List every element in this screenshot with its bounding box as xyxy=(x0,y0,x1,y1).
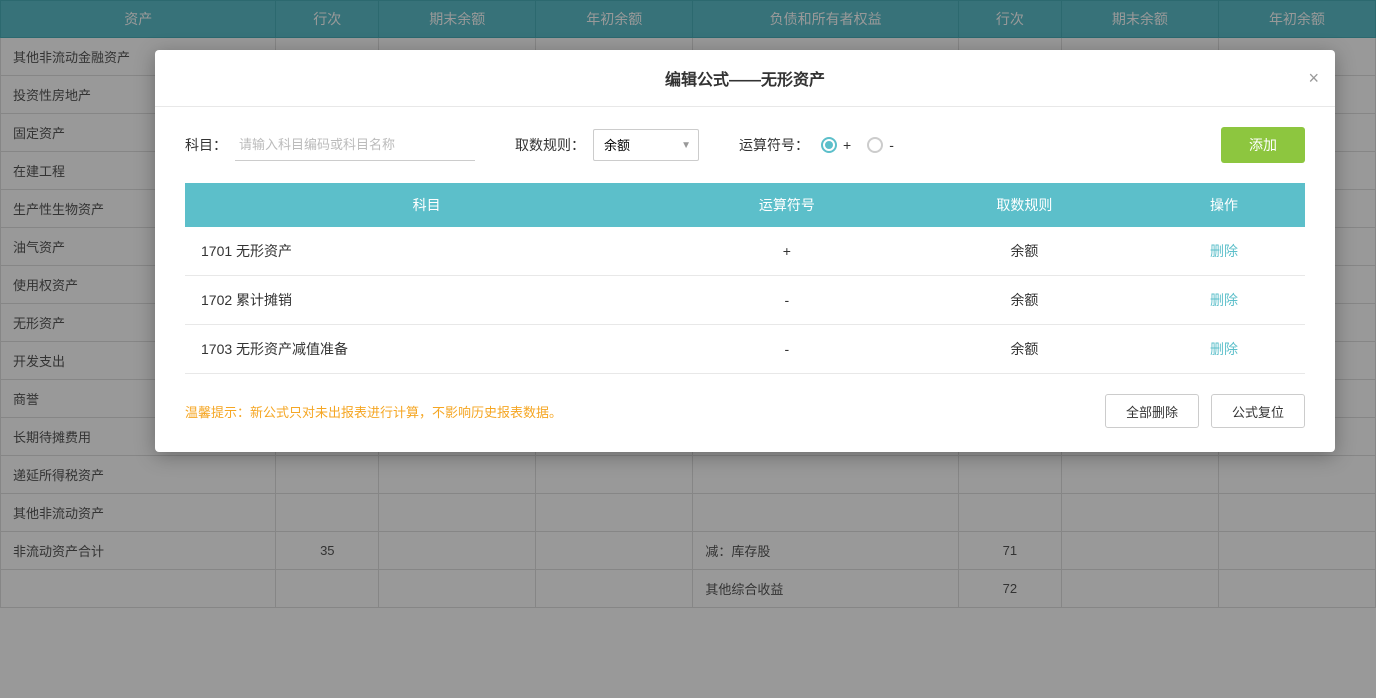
radio-minus-circle xyxy=(867,137,883,153)
subject-label: 科目： xyxy=(185,135,227,155)
modal-header: 编辑公式——无形资产 × xyxy=(155,50,1335,107)
table-header-row: 科目 运算符号 取数规则 操作 xyxy=(185,183,1305,227)
subject-cell: 1702 累计摊销 xyxy=(185,276,668,325)
radio-plus-circle xyxy=(821,137,837,153)
modal-footer: 温馨提示：新公式只对未出报表进行计算，不影响历史报表数据。 全部删除 公式复位 xyxy=(155,374,1335,428)
delete-link[interactable]: 删除 xyxy=(1210,341,1238,357)
formula-table-wrapper: 科目 运算符号 取数规则 操作 1701 无形资产+余额删除1702 累计摊销-… xyxy=(155,183,1335,374)
delete-link[interactable]: 删除 xyxy=(1210,292,1238,308)
table-row: 1703 无形资产减值准备-余额 删除 xyxy=(185,325,1305,374)
action-cell: 删除 xyxy=(1143,276,1305,325)
action-cell: 删除 xyxy=(1143,227,1305,276)
add-button[interactable]: 添加 xyxy=(1221,127,1305,163)
radio-group: + - xyxy=(821,137,894,153)
col-subject-header: 科目 xyxy=(185,183,668,227)
subject-cell: 1701 无形资产 xyxy=(185,227,668,276)
delete-all-button[interactable]: 全部删除 xyxy=(1105,394,1199,428)
footer-buttons: 全部删除 公式复位 xyxy=(1105,394,1305,428)
rule-select[interactable]: 余额借方发生额贷方发生额借方累计贷方累计 xyxy=(593,129,699,161)
reset-button[interactable]: 公式复位 xyxy=(1211,394,1305,428)
operator-cell: - xyxy=(668,325,905,374)
operator-cell: + xyxy=(668,227,905,276)
rule-label: 取数规则： xyxy=(515,135,585,155)
rule-select-wrapper: 余额借方发生额贷方发生额借方累计贷方累计 ▼ xyxy=(593,129,699,161)
formula-form: 科目： 取数规则： 余额借方发生额贷方发生额借方累计贷方累计 ▼ 运算符号： +… xyxy=(155,107,1335,183)
modal-title: 编辑公式——无形资产 xyxy=(665,66,825,90)
subject-input[interactable] xyxy=(235,129,475,161)
edit-formula-modal: 编辑公式——无形资产 × 科目： 取数规则： 余额借方发生额贷方发生额借方累计贷… xyxy=(155,50,1335,452)
radio-minus-label: - xyxy=(889,137,894,153)
rule-section: 取数规则： 余额借方发生额贷方发生额借方累计贷方累计 ▼ xyxy=(515,129,699,161)
col-operator-header: 运算符号 xyxy=(668,183,905,227)
table-row: 1702 累计摊销-余额 删除 xyxy=(185,276,1305,325)
tip-text: 温馨提示：新公式只对未出报表进行计算，不影响历史报表数据。 xyxy=(185,402,562,421)
radio-minus[interactable]: - xyxy=(867,137,894,153)
subject-cell: 1703 无形资产减值准备 xyxy=(185,325,668,374)
delete-link[interactable]: 删除 xyxy=(1210,243,1238,259)
col-rule-header: 取数规则 xyxy=(906,183,1143,227)
operator-cell: - xyxy=(668,276,905,325)
radio-plus-label: + xyxy=(843,137,851,153)
formula-table: 科目 运算符号 取数规则 操作 1701 无形资产+余额删除1702 累计摊销-… xyxy=(185,183,1305,374)
rule-cell: 余额 xyxy=(906,325,1143,374)
col-action-header: 操作 xyxy=(1143,183,1305,227)
operator-section: 运算符号： + - xyxy=(739,135,894,155)
radio-plus[interactable]: + xyxy=(821,137,851,153)
rule-cell: 余额 xyxy=(906,276,1143,325)
operator-label: 运算符号： xyxy=(739,135,809,155)
table-row: 1701 无形资产+余额 删除 xyxy=(185,227,1305,276)
action-cell: 删除 xyxy=(1143,325,1305,374)
rule-cell: 余额 xyxy=(906,227,1143,276)
modal-close-button[interactable]: × xyxy=(1308,69,1319,87)
